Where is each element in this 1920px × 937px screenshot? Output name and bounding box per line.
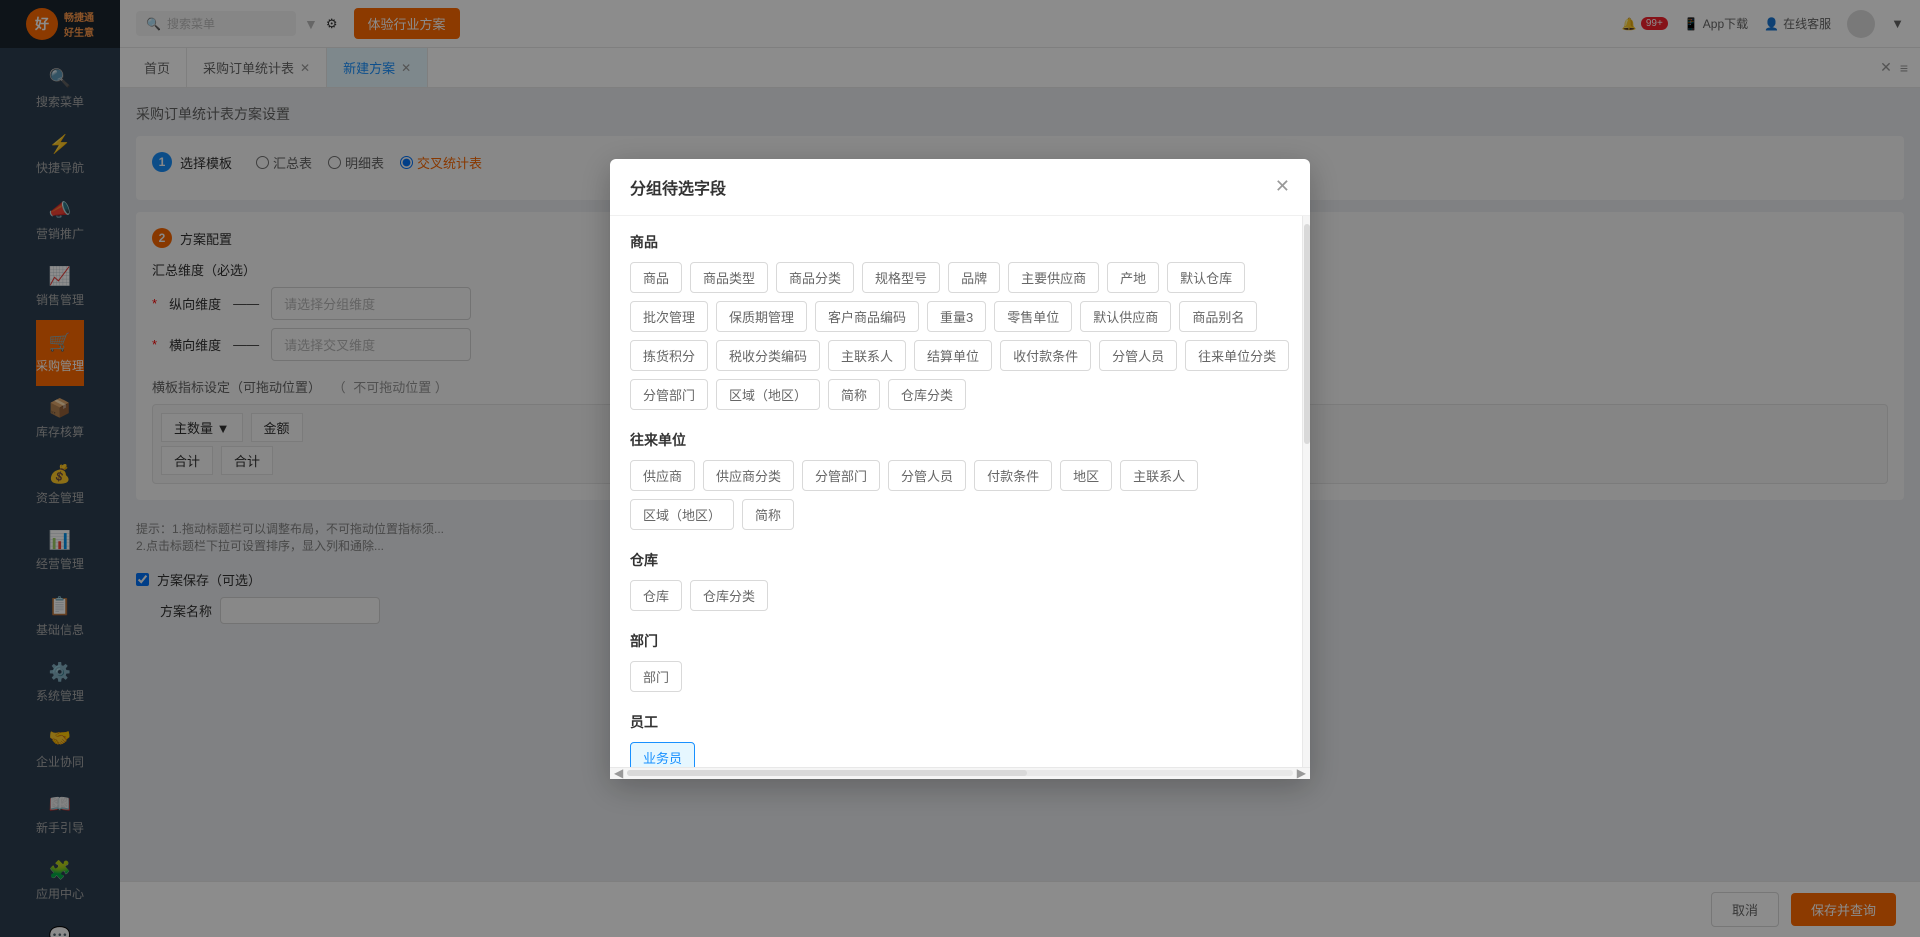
modal-body[interactable]: 商品商品商品类型商品分类规格型号品牌主要供应商产地默认仓库批次管理保质期管理客户… xyxy=(610,216,1310,767)
field-tag-0-11[interactable]: 重量3 xyxy=(927,301,986,332)
field-tag-0-10[interactable]: 客户商品编码 xyxy=(815,301,919,332)
modal-close-icon[interactable]: ✕ xyxy=(1275,176,1290,197)
modal-title: 分组待选字段 xyxy=(630,175,726,199)
field-tag-0-21[interactable]: 往来单位分类 xyxy=(1185,340,1289,371)
field-tag-0-24[interactable]: 简称 xyxy=(828,379,880,410)
field-tag-1-5[interactable]: 地区 xyxy=(1060,460,1112,491)
field-tag-1-3[interactable]: 分管人员 xyxy=(888,460,966,491)
field-tag-0-14[interactable]: 商品别名 xyxy=(1179,301,1257,332)
field-tag-0-9[interactable]: 保质期管理 xyxy=(716,301,807,332)
field-tag-0-2[interactable]: 商品分类 xyxy=(776,262,854,293)
field-grid-3: 部门 xyxy=(630,661,1290,692)
field-tag-0-18[interactable]: 结算单位 xyxy=(914,340,992,371)
modal-overlay: 分组待选字段 ✕ 商品商品商品类型商品分类规格型号品牌主要供应商产地默认仓库批次… xyxy=(0,0,1920,937)
field-tag-0-0[interactable]: 商品 xyxy=(630,262,682,293)
hscroll-thumb xyxy=(627,770,1026,776)
field-grid-0: 商品商品类型商品分类规格型号品牌主要供应商产地默认仓库批次管理保质期管理客户商品… xyxy=(630,262,1290,410)
field-tag-1-8[interactable]: 简称 xyxy=(742,499,794,530)
modal-section-4: 员工业务员 xyxy=(630,712,1290,767)
field-tag-0-12[interactable]: 零售单位 xyxy=(994,301,1072,332)
field-tag-0-15[interactable]: 拣货积分 xyxy=(630,340,708,371)
field-tag-0-17[interactable]: 主联系人 xyxy=(828,340,906,371)
hscroll-right-arrow[interactable]: ▶ xyxy=(1293,766,1306,780)
field-tag-0-23[interactable]: 区域（地区） xyxy=(716,379,820,410)
modal: 分组待选字段 ✕ 商品商品商品类型商品分类规格型号品牌主要供应商产地默认仓库批次… xyxy=(610,159,1310,779)
field-tag-0-7[interactable]: 默认仓库 xyxy=(1167,262,1245,293)
section-title-2: 仓库 xyxy=(630,550,1290,570)
field-grid-1: 供应商供应商分类分管部门分管人员付款条件地区主联系人区域（地区） 简称 xyxy=(630,460,1290,530)
field-tag-0-4[interactable]: 品牌 xyxy=(948,262,1000,293)
field-tag-0-13[interactable]: 默认供应商 xyxy=(1080,301,1171,332)
field-tag-0-1[interactable]: 商品类型 xyxy=(690,262,768,293)
field-tag-1-2[interactable]: 分管部门 xyxy=(802,460,880,491)
field-tag-0-3[interactable]: 规格型号 xyxy=(862,262,940,293)
field-tag-2-0[interactable]: 仓库 xyxy=(630,580,682,611)
field-tag-4-0[interactable]: 业务员 xyxy=(630,742,695,767)
field-tag-2-1[interactable]: 仓库分类 xyxy=(690,580,768,611)
field-tag-0-16[interactable]: 税收分类编码 xyxy=(716,340,820,371)
field-tag-0-6[interactable]: 产地 xyxy=(1107,262,1159,293)
field-tag-1-0[interactable]: 供应商 xyxy=(630,460,695,491)
section-title-4: 员工 xyxy=(630,712,1290,732)
hscroll-track xyxy=(627,770,1293,776)
field-grid-2: 仓库仓库分类 xyxy=(630,580,1290,611)
field-tag-1-6[interactable]: 主联系人 xyxy=(1120,460,1198,491)
section-title-0: 商品 xyxy=(630,232,1290,252)
modal-sections-container: 商品商品商品类型商品分类规格型号品牌主要供应商产地默认仓库批次管理保质期管理客户… xyxy=(630,232,1290,767)
field-tag-1-7[interactable]: 区域（地区） xyxy=(630,499,734,530)
modal-section-1: 往来单位供应商供应商分类分管部门分管人员付款条件地区主联系人区域（地区） 简称 xyxy=(630,430,1290,530)
modal-vscroll-thumb xyxy=(1304,224,1310,444)
field-grid-4: 业务员 xyxy=(630,742,1290,767)
field-tag-0-8[interactable]: 批次管理 xyxy=(630,301,708,332)
modal-header: 分组待选字段 ✕ xyxy=(610,159,1310,216)
field-tag-1-1[interactable]: 供应商分类 xyxy=(703,460,794,491)
field-tag-0-20[interactable]: 分管人员 xyxy=(1099,340,1177,371)
section-title-1: 往来单位 xyxy=(630,430,1290,450)
field-tag-0-22[interactable]: 分管部门 xyxy=(630,379,708,410)
modal-section-2: 仓库仓库仓库分类 xyxy=(630,550,1290,611)
field-tag-1-4[interactable]: 付款条件 xyxy=(974,460,1052,491)
section-title-3: 部门 xyxy=(630,631,1290,651)
hscroll-left-arrow[interactable]: ◀ xyxy=(614,766,627,780)
field-tag-0-5[interactable]: 主要供应商 xyxy=(1008,262,1099,293)
field-tag-3-0[interactable]: 部门 xyxy=(630,661,682,692)
field-tag-0-25[interactable]: 仓库分类 xyxy=(888,379,966,410)
field-tag-0-19[interactable]: 收付款条件 xyxy=(1000,340,1091,371)
modal-section-0: 商品商品商品类型商品分类规格型号品牌主要供应商产地默认仓库批次管理保质期管理客户… xyxy=(630,232,1290,410)
modal-hscroll: ◀ ▶ xyxy=(610,767,1310,779)
modal-section-3: 部门部门 xyxy=(630,631,1290,692)
modal-vscroll-track[interactable] xyxy=(1302,216,1310,767)
